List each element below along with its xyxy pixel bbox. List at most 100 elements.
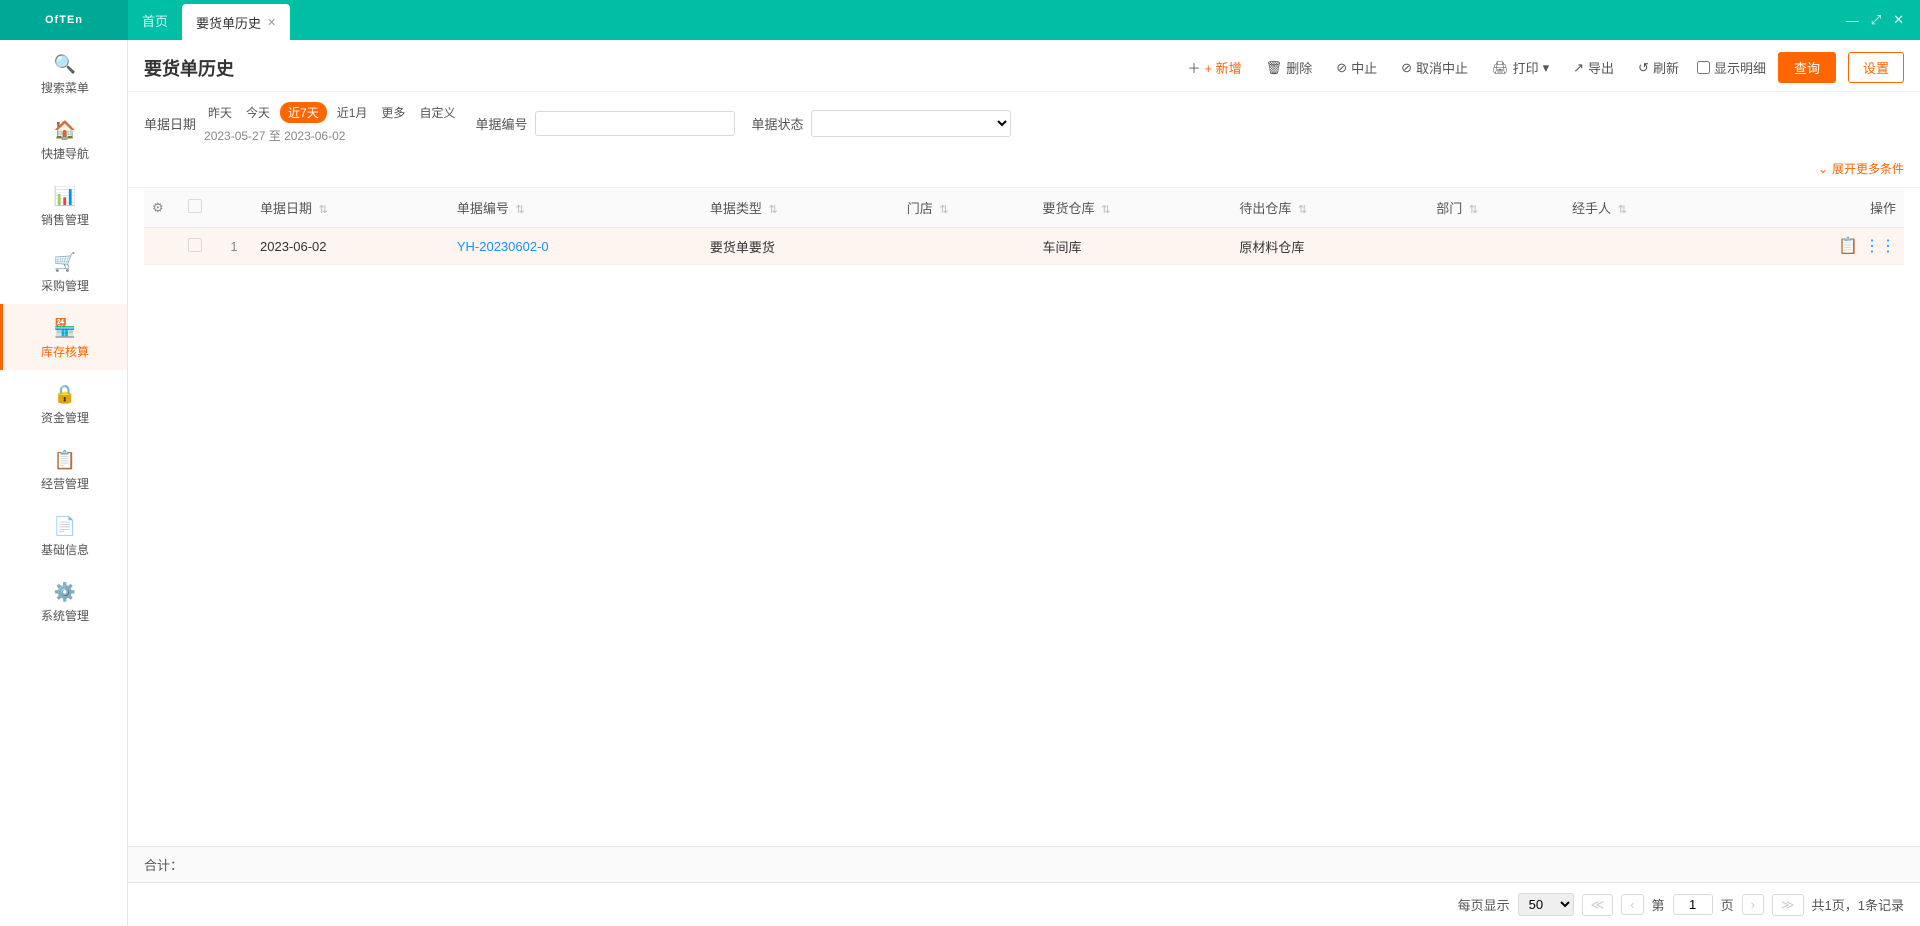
query-button[interactable]: 查询	[1778, 52, 1836, 83]
page-size-label: 每页显示	[1458, 895, 1510, 914]
th-req-warehouse-label: 要货仓库	[1043, 201, 1095, 216]
new-button[interactable]: ＋ + 新增	[1181, 54, 1247, 81]
doc-no-link[interactable]: YH-20230602-0	[457, 239, 549, 254]
sort-doc-no-icon[interactable]: ⇅	[515, 204, 524, 216]
window-minimize-icon[interactable]: —	[1846, 13, 1859, 28]
sidebar-item-purchase-mgmt[interactable]: 🛒 采购管理	[0, 238, 127, 304]
td-handler	[1564, 228, 1730, 265]
sidebar-item-sales-mgmt[interactable]: 📊 销售管理	[0, 172, 127, 238]
sidebar-item-search-menu[interactable]: 🔍 搜索菜单	[0, 40, 127, 106]
td-doc-type: 要货单要货	[702, 228, 899, 265]
doc-status-select[interactable]	[811, 110, 1011, 137]
doc-status-label: 单据状态	[751, 114, 803, 133]
sidebar-item-basic-info[interactable]: 📄 基础信息	[0, 502, 127, 568]
system-mgmt-icon: ⚙️	[54, 582, 76, 603]
td-pending-warehouse: 原材料仓库	[1231, 228, 1428, 265]
delete-icon: 🗑	[1266, 60, 1283, 76]
sort-doc-type-icon[interactable]: ⇅	[769, 204, 778, 216]
delete-button[interactable]: 🗑 删除	[1260, 54, 1319, 81]
operations-mgmt-icon: 📋	[54, 450, 76, 471]
row-checkbox[interactable]	[188, 238, 202, 252]
doc-no-label: 单据编号	[475, 114, 527, 133]
th-doc-date: 单据日期 ⇅	[252, 188, 449, 228]
th-pending-warehouse: 待出仓库 ⇅	[1231, 188, 1428, 228]
print-button[interactable]: 🖨 打印 ▾	[1486, 54, 1555, 81]
prev-page-button[interactable]: ‹	[1621, 894, 1643, 915]
window-maximize-icon[interactable]: ⤢	[1871, 12, 1881, 28]
tab-home[interactable]: 首页	[128, 0, 182, 40]
page-number-input[interactable]	[1673, 894, 1713, 915]
quick-nav-icon: 🏠	[54, 120, 76, 141]
th-handler-label: 经手人	[1572, 201, 1611, 216]
date-yesterday[interactable]: 昨天	[204, 102, 236, 123]
refresh-button[interactable]: ↺ 刷新	[1632, 54, 1685, 81]
window-close-icon[interactable]: ✕	[1893, 12, 1904, 28]
sidebar-item-system-mgmt[interactable]: ⚙️ 系统管理	[0, 568, 127, 634]
sort-pending-warehouse-icon[interactable]: ⇅	[1298, 204, 1307, 216]
edit-action-icon[interactable]: 📋	[1838, 236, 1858, 256]
sidebar-item-operations-mgmt[interactable]: 📋 经营管理	[0, 436, 127, 502]
sort-req-warehouse-icon[interactable]: ⇅	[1101, 204, 1110, 216]
th-seq	[216, 188, 252, 228]
doc-no-input[interactable]	[535, 111, 735, 136]
expand-more-row: ⌄ 展开更多条件	[144, 160, 1904, 177]
last-page-button[interactable]: ≫	[1772, 894, 1804, 916]
expand-more-button[interactable]: ⌄ 展开更多条件	[1818, 160, 1904, 177]
doc-status-filter-group: 单据状态	[751, 110, 1011, 137]
sidebar-item-label: 经营管理	[41, 475, 89, 492]
sort-handler-icon[interactable]: ⇅	[1618, 204, 1627, 216]
th-department-label: 部门	[1436, 201, 1462, 216]
th-doc-type: 单据类型 ⇅	[702, 188, 899, 228]
refresh-icon: ↺	[1638, 60, 1649, 76]
td-seq: 1	[216, 228, 252, 265]
export-button[interactable]: ↗ 导出	[1567, 54, 1620, 81]
next-page-button[interactable]: ›	[1742, 894, 1764, 915]
basic-info-icon: 📄	[54, 516, 76, 537]
sidebar: OfTEn 🔍 搜索菜单 🏠 快捷导航 📊 销售管理 🛒 采购管理 🏪 库存核算…	[0, 0, 128, 926]
td-store	[899, 228, 1035, 265]
date-shortcuts: 昨天 今天 近7天 近1月 更多 自定义	[204, 102, 459, 123]
th-doc-no: 单据编号 ⇅	[449, 188, 702, 228]
tab-close-icon[interactable]: ✕	[267, 16, 276, 29]
cancel-suspend-button[interactable]: ⊘ 取消中止	[1395, 54, 1474, 81]
sort-store-icon[interactable]: ⇅	[939, 204, 948, 216]
sort-department-icon[interactable]: ⇅	[1469, 204, 1478, 216]
print-dropdown-icon: ▾	[1543, 60, 1550, 76]
suspend-button[interactable]: ⊘ 中止	[1330, 54, 1383, 81]
topbar-right: — ⤢ ✕	[1846, 12, 1920, 28]
table-footer: 合计：	[128, 846, 1920, 882]
display-detail-checkbox[interactable]	[1697, 61, 1710, 74]
sort-doc-date-icon[interactable]: ⇅	[319, 204, 328, 216]
sidebar-item-label: 基础信息	[41, 541, 89, 558]
sidebar-item-label: 系统管理	[41, 607, 89, 624]
sidebar-item-quick-nav[interactable]: 🏠 快捷导航	[0, 106, 127, 172]
gear-icon[interactable]: ⚙	[152, 200, 164, 215]
date-today[interactable]: 今天	[242, 102, 274, 123]
date-last1month[interactable]: 近1月	[333, 102, 372, 123]
first-page-button[interactable]: ≪	[1582, 894, 1614, 916]
sidebar-item-label: 资金管理	[41, 409, 89, 426]
table-container: ⚙ 单据日期 ⇅ 单据编号 ⇅	[128, 188, 1920, 846]
tab-requisition-history[interactable]: 要货单历史 ✕	[182, 4, 290, 40]
date-last7days[interactable]: 近7天	[280, 102, 327, 123]
sidebar-item-label: 快捷导航	[41, 145, 89, 162]
th-gear: ⚙	[144, 188, 180, 228]
sidebar-item-label: 采购管理	[41, 277, 89, 294]
date-more[interactable]: 更多	[377, 102, 409, 123]
select-all-checkbox[interactable]	[188, 199, 202, 213]
topbar: 首页 要货单历史 ✕ — ⤢ ✕	[128, 0, 1920, 40]
page-jump-prefix: 第	[1652, 895, 1665, 914]
page-header: 要货单历史 ＋ + 新增 🗑 删除 ⊘ 中止 ⊘ 取消中止	[128, 40, 1920, 92]
sidebar-item-fund-mgmt[interactable]: 🔒 资金管理	[0, 370, 127, 436]
date-filter-group: 单据日期 昨天 今天 近7天 近1月 更多 自定义 2023-05-27 至 2…	[144, 102, 459, 144]
th-doc-type-label: 单据类型	[710, 201, 762, 216]
th-doc-no-label: 单据编号	[457, 201, 509, 216]
sidebar-item-inventory-calc[interactable]: 🏪 库存核算	[0, 304, 127, 370]
display-detail-checkbox-label[interactable]: 显示明细	[1697, 58, 1766, 77]
more-action-icon[interactable]: ⋮⋮	[1864, 236, 1896, 256]
page-size-select[interactable]: 50 20 100 200	[1518, 893, 1574, 916]
page-jump-suffix: 页	[1721, 895, 1734, 914]
date-custom[interactable]: 自定义	[415, 102, 459, 123]
setting-button[interactable]: 设置	[1848, 52, 1904, 83]
th-pending-warehouse-label: 待出仓库	[1239, 201, 1291, 216]
